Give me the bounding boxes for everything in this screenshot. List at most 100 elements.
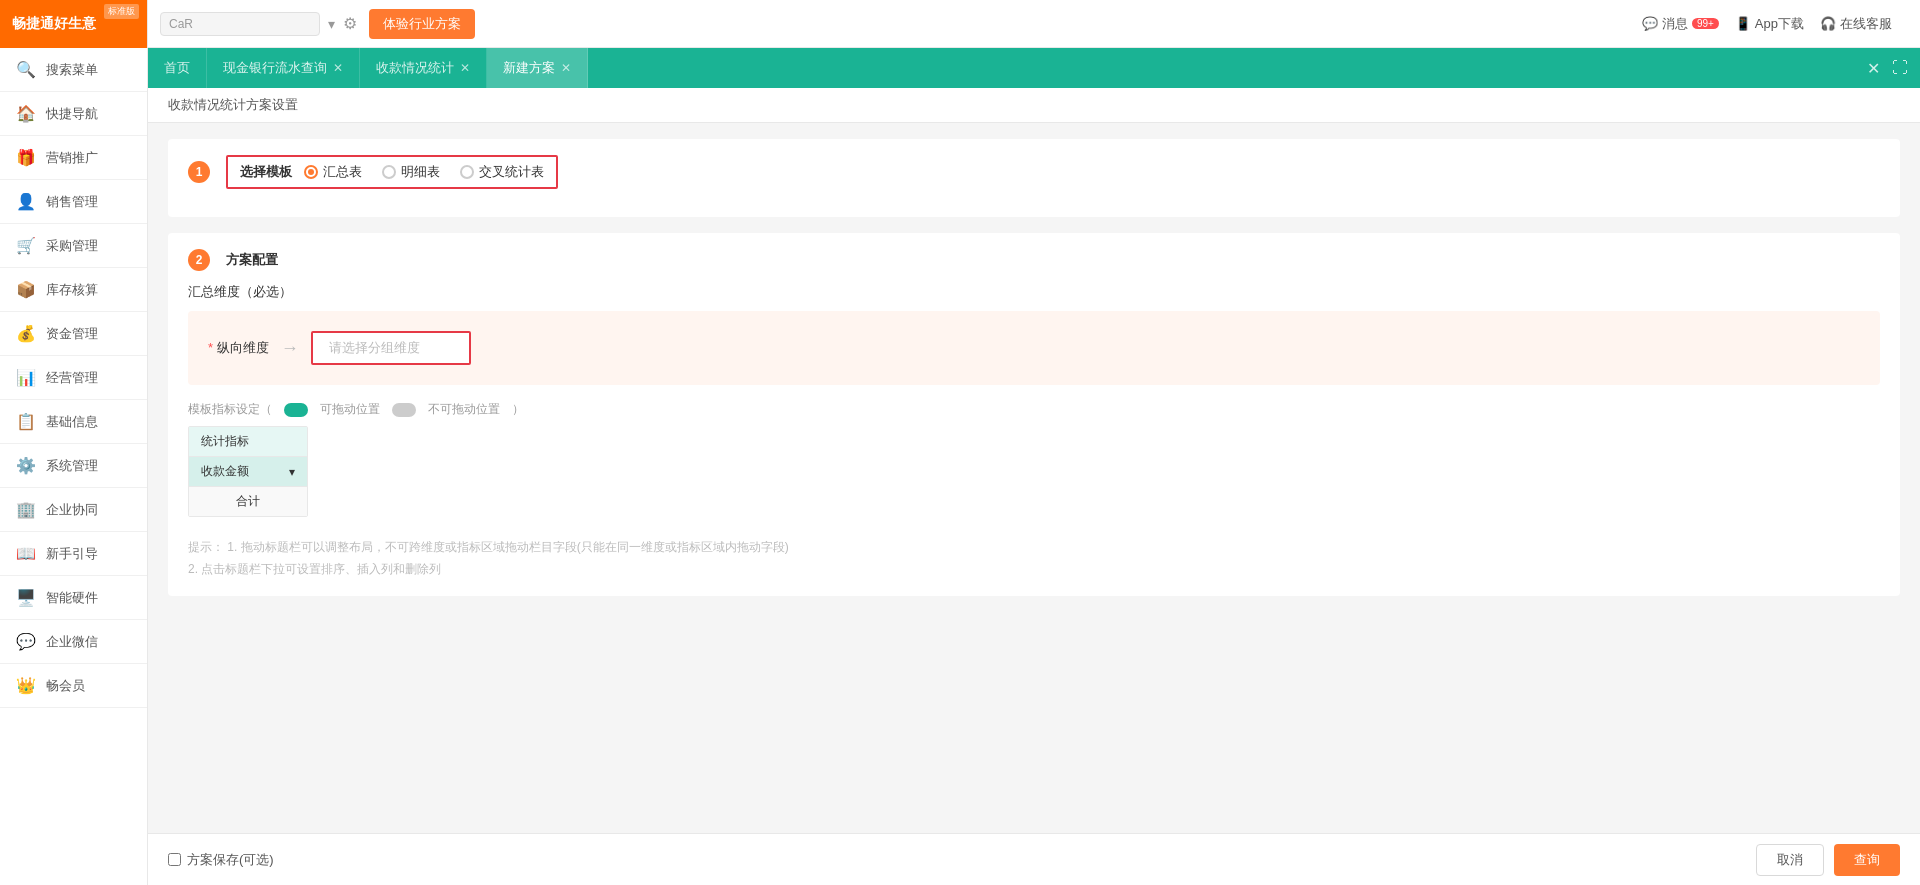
gear-icon[interactable]: ⚙ bbox=[343, 14, 357, 33]
step1-row: 1 选择模板 汇总表 明细表 bbox=[188, 155, 1880, 189]
sidebar-item-inventory[interactable]: 📦 库存核算 bbox=[0, 268, 147, 312]
fixed-label: 不可拖动位置 bbox=[428, 401, 500, 418]
hardware-icon: 🖥️ bbox=[16, 588, 36, 607]
sidebar-item-label: 销售管理 bbox=[46, 193, 98, 211]
sidebar-item-label: 营销推广 bbox=[46, 149, 98, 167]
tab-new-plan-close[interactable]: ✕ bbox=[561, 61, 571, 75]
dropdown-icon[interactable]: ▾ bbox=[328, 16, 335, 32]
sidebar-item-finance[interactable]: 💰 资金管理 bbox=[0, 312, 147, 356]
indicator-section-end: ） bbox=[512, 401, 524, 418]
indicator-header-label: 统计指标 bbox=[201, 433, 249, 450]
indicator-col-header: 收款金额 ▾ bbox=[189, 457, 307, 487]
sidebar-item-label: 系统管理 bbox=[46, 457, 98, 475]
query-button[interactable]: 查询 bbox=[1834, 844, 1900, 876]
radio-summary[interactable]: 汇总表 bbox=[304, 163, 362, 181]
step1-section: 1 选择模板 汇总表 明细表 bbox=[168, 139, 1900, 217]
sidebar-item-label: 采购管理 bbox=[46, 237, 98, 255]
app-download-icon: 📱 bbox=[1735, 16, 1751, 31]
sidebar-item-label: 基础信息 bbox=[46, 413, 98, 431]
sidebar-item-operations[interactable]: 📊 经营管理 bbox=[0, 356, 147, 400]
save-checkbox-label[interactable]: 方案保存(可选) bbox=[168, 851, 274, 869]
tabbar: 首页 现金银行流水查询 ✕ 收款情况统计 ✕ 新建方案 ✕ ✕ ⛶ bbox=[148, 48, 1920, 88]
app-download-btn[interactable]: 📱 App下载 bbox=[1735, 15, 1804, 33]
radio-circle-summary bbox=[304, 165, 318, 179]
logo-badge: 标准版 bbox=[104, 4, 139, 19]
radio-cross[interactable]: 交叉统计表 bbox=[460, 163, 544, 181]
indicator-table: 统计指标 收款金额 ▾ 合计 bbox=[188, 426, 308, 517]
main-area: ▾ ⚙ 体验行业方案 💬 消息 99+ 📱 App下载 🎧 在线客服 首页 bbox=[148, 0, 1920, 885]
wechat-icon: 💬 bbox=[16, 632, 36, 651]
system-icon: ⚙️ bbox=[16, 456, 36, 475]
radio-cross-label: 交叉统计表 bbox=[479, 163, 544, 181]
indicator-row-total: 合计 bbox=[189, 487, 307, 516]
sidebar-item-system[interactable]: ⚙️ 系统管理 bbox=[0, 444, 147, 488]
radio-circle-detail bbox=[382, 165, 396, 179]
step2-badge: 2 bbox=[188, 249, 210, 271]
online-service-btn[interactable]: 🎧 在线客服 bbox=[1820, 15, 1892, 33]
app-download-label: App下载 bbox=[1755, 15, 1804, 33]
footer: 方案保存(可选) 取消 查询 bbox=[148, 833, 1920, 885]
tab-expand-icon[interactable]: ⛶ bbox=[1892, 59, 1908, 77]
purchase-icon: 🛒 bbox=[16, 236, 36, 255]
page-title-bar: 收款情况统计方案设置 bbox=[148, 88, 1920, 123]
template-section-box: 选择模板 汇总表 明细表 bbox=[226, 155, 558, 189]
tab-receipt-stats-label: 收款情况统计 bbox=[376, 59, 454, 77]
sidebar-item-label: 企业微信 bbox=[46, 633, 98, 651]
dimension-title: 汇总维度（必选） bbox=[188, 283, 1880, 301]
movable-dot bbox=[284, 403, 308, 417]
sidebar-item-sales[interactable]: 👤 销售管理 bbox=[0, 180, 147, 224]
indicator-col-chevron[interactable]: ▾ bbox=[289, 465, 295, 479]
movable-label: 可拖动位置 bbox=[320, 401, 380, 418]
indicator-section-label: 模板指标设定（ bbox=[188, 401, 272, 418]
radio-detail[interactable]: 明细表 bbox=[382, 163, 440, 181]
sidebar-item-label: 智能硬件 bbox=[46, 589, 98, 607]
cancel-button[interactable]: 取消 bbox=[1756, 844, 1824, 876]
tab-home[interactable]: 首页 bbox=[148, 48, 207, 88]
tab-close-all-icon[interactable]: ✕ bbox=[1867, 59, 1880, 78]
sidebar-item-label: 库存核算 bbox=[46, 281, 98, 299]
tab-new-plan[interactable]: 新建方案 ✕ bbox=[487, 48, 588, 88]
sales-icon: 👤 bbox=[16, 192, 36, 211]
sidebar-item-search-menu[interactable]: 🔍 搜索菜单 bbox=[0, 48, 147, 92]
logo-text: 畅捷通好生意 bbox=[12, 15, 96, 33]
quick-nav-icon: 🏠 bbox=[16, 104, 36, 123]
message-btn[interactable]: 💬 消息 99+ bbox=[1642, 15, 1719, 33]
operations-icon: 📊 bbox=[16, 368, 36, 387]
trial-btn[interactable]: 体验行业方案 bbox=[369, 9, 475, 39]
sidebar-item-label: 快捷导航 bbox=[46, 105, 98, 123]
marketing-icon: 🎁 bbox=[16, 148, 36, 167]
dimension-select[interactable]: 请选择分组维度 bbox=[311, 331, 471, 365]
sidebar-item-enterprise[interactable]: 🏢 企业协同 bbox=[0, 488, 147, 532]
search-menu-icon: 🔍 bbox=[16, 60, 36, 79]
tab-receipt-stats[interactable]: 收款情况统计 ✕ bbox=[360, 48, 487, 88]
sidebar-item-member[interactable]: 👑 畅会员 bbox=[0, 664, 147, 708]
tab-bank-flow-close[interactable]: ✕ bbox=[333, 61, 343, 75]
indicator-section: 模板指标设定（ 可拖动位置 不可拖动位置 ） 统计指标 bbox=[188, 401, 1880, 517]
step2-label: 方案配置 bbox=[226, 251, 278, 269]
dimension-row: * 纵向维度 → 请选择分组维度 bbox=[208, 331, 1860, 365]
sidebar-item-label: 经营管理 bbox=[46, 369, 98, 387]
sidebar-item-hardware[interactable]: 🖥️ 智能硬件 bbox=[0, 576, 147, 620]
sidebar-item-label: 资金管理 bbox=[46, 325, 98, 343]
sidebar-item-purchase[interactable]: 🛒 采购管理 bbox=[0, 224, 147, 268]
vertical-dimension-label: 纵向维度 bbox=[217, 340, 269, 355]
tab-bank-flow[interactable]: 现金银行流水查询 ✕ bbox=[207, 48, 360, 88]
step2-row: 2 方案配置 bbox=[188, 249, 1880, 271]
search-input[interactable] bbox=[160, 12, 320, 36]
sidebar-item-basic-info[interactable]: 📋 基础信息 bbox=[0, 400, 147, 444]
indicator-header: 统计指标 bbox=[189, 427, 307, 457]
save-checkbox[interactable] bbox=[168, 853, 181, 866]
sidebar-item-guide[interactable]: 📖 新手引导 bbox=[0, 532, 147, 576]
radio-circle-cross bbox=[460, 165, 474, 179]
indicator-col-label: 收款金额 bbox=[201, 463, 249, 480]
radio-group: 汇总表 明细表 交叉统计表 bbox=[304, 163, 544, 181]
step2-section: 2 方案配置 汇总维度（必选） * 纵向维度 → 请选择分组维度 bbox=[168, 233, 1900, 596]
message-badge: 99+ bbox=[1692, 18, 1719, 29]
sidebar-item-wechat[interactable]: 💬 企业微信 bbox=[0, 620, 147, 664]
sidebar-logo: 畅捷通好生意 标准版 bbox=[0, 0, 147, 48]
sidebar-item-marketing[interactable]: 🎁 营销推广 bbox=[0, 136, 147, 180]
sidebar-item-label: 畅会员 bbox=[46, 677, 85, 695]
sidebar-item-quick-nav[interactable]: 🏠 快捷导航 bbox=[0, 92, 147, 136]
tab-receipt-stats-close[interactable]: ✕ bbox=[460, 61, 470, 75]
tips-section: 提示： 1. 拖动标题栏可以调整布局，不可跨维度或指标区域拖动栏目字段(只能在同… bbox=[188, 537, 1880, 580]
